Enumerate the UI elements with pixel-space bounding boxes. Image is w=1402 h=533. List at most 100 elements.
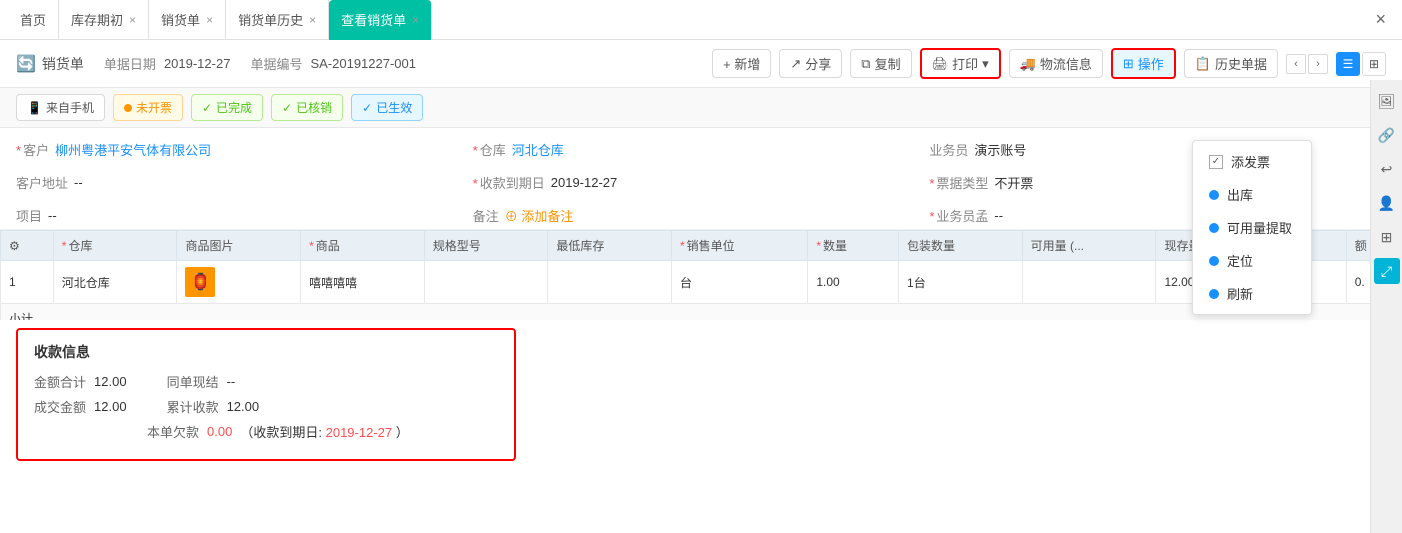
add-note-button[interactable]: ⊕ 添加备注: [505, 206, 574, 225]
row-quantity: 1.00: [808, 261, 899, 304]
prev-button[interactable]: ‹: [1286, 54, 1306, 74]
address-label: 客户地址: [16, 173, 68, 192]
outbound-item[interactable]: 出库: [1193, 178, 1311, 211]
outbound-icon: [1209, 190, 1219, 200]
locate-item[interactable]: 定位: [1193, 244, 1311, 277]
operation-dropdown: ✓ 添发票 出库 可用量提取 定位 刷新: [1192, 140, 1312, 315]
row-product-img: 🏮: [177, 261, 301, 304]
refresh-item[interactable]: 刷新: [1193, 277, 1311, 310]
ticket-type-label: 票据类型: [929, 173, 988, 192]
tab-bar: 首页 库存期初 × 销货单 × 销货单历史 × 查看销货单 × ×: [0, 0, 1402, 40]
number-value: SA-20191227-001: [310, 56, 416, 71]
refresh-icon: [1209, 289, 1219, 299]
verified-check-icon: ✓: [282, 101, 292, 115]
customer-field: 客户 柳州粤港平安气体有限公司: [16, 140, 473, 159]
sidebar-user-button[interactable]: 👤: [1374, 190, 1400, 216]
balance-label: 本单欠款: [147, 422, 199, 441]
available-qty-icon: [1209, 223, 1219, 233]
not-invoiced-button[interactable]: 未开票: [113, 94, 183, 121]
sidebar-image-button[interactable]: 🖼: [1374, 88, 1400, 114]
same-order-value: --: [227, 374, 236, 389]
due-date-info: （收款到期日: 2019-12-27 ）: [240, 422, 408, 441]
history-button[interactable]: 📋 历史单据: [1184, 49, 1278, 78]
transaction-value: 12.00: [94, 399, 127, 414]
sales-rep-label: 业务员孟: [929, 206, 988, 225]
customer-label: 客户: [16, 140, 49, 159]
transaction-label: 成交金额: [34, 397, 86, 416]
customer-value[interactable]: 柳州粤港平安气体有限公司: [55, 140, 211, 159]
copy-icon: ⧉: [861, 56, 870, 72]
salesperson-label: 业务员: [929, 140, 968, 159]
payment-info-box: 收款信息 金额合计 12.00 同单现结 -- 成交金额 12.00 累计收款: [16, 328, 516, 461]
due-date-value: 2019-12-27: [326, 425, 393, 440]
next-button[interactable]: ›: [1308, 54, 1328, 74]
date-value: 2019-12-27: [164, 56, 231, 71]
completed-button[interactable]: ✓ 已完成: [191, 94, 263, 121]
payment-date-label: 收款到期日: [473, 173, 545, 192]
right-sidebar: 🖼 🔗 ↩ 👤 ⊞ ⤢: [1370, 80, 1402, 533]
address-field: 客户地址 --: [16, 173, 473, 192]
operation-icon: ⊞: [1123, 56, 1134, 72]
close-view-sales-tab[interactable]: ×: [412, 13, 419, 27]
product-img-column-header: 商品图片: [177, 231, 301, 261]
list-view-button[interactable]: ☰: [1336, 52, 1360, 76]
salesperson-field: 业务员 演示账号: [929, 140, 1386, 159]
total-amount-item: 金额合计 12.00: [34, 372, 127, 391]
payment-row-2: 成交金额 12.00 累计收款 12.00: [34, 397, 498, 416]
payment-info-title: 收款信息: [34, 342, 498, 362]
total-amount-value: 12.00: [94, 374, 127, 389]
close-inventory-init-tab[interactable]: ×: [129, 13, 136, 27]
print-button[interactable]: 🖨 打印 ▾: [920, 48, 1001, 79]
copy-button[interactable]: ⧉ 复制: [850, 49, 911, 78]
doc-number-meta: 单据编号 SA-20191227-001: [250, 54, 416, 73]
tab-home[interactable]: 首页: [8, 0, 59, 40]
available-column-header: 可用量 (...: [1022, 231, 1156, 261]
same-order-item: 同单现结 --: [167, 372, 236, 391]
verified-button[interactable]: ✓ 已核销: [271, 94, 343, 121]
new-button[interactable]: + 新增: [712, 49, 771, 78]
from-mobile-button[interactable]: 📱 来自手机: [16, 94, 105, 121]
tab-inventory-init[interactable]: 库存期初 ×: [59, 0, 149, 40]
print-dropdown-icon: ▾: [982, 56, 989, 72]
tab-sales-history[interactable]: 销货单历史 ×: [226, 0, 329, 40]
warning-circle-icon: [124, 104, 132, 112]
share-button[interactable]: ↗ 分享: [779, 49, 842, 78]
grid-view-button[interactable]: ⊞: [1362, 52, 1386, 76]
address-value: --: [74, 175, 83, 190]
settings-column-header: ⚙: [1, 231, 54, 261]
note-label: 备注: [473, 206, 499, 225]
print-icon: 🖨: [932, 56, 949, 72]
tab-sales-order[interactable]: 销货单 ×: [149, 0, 226, 40]
warehouse-value[interactable]: 河北仓库: [512, 140, 564, 159]
logistics-button[interactable]: 🚚 物流信息: [1009, 49, 1103, 78]
row-product: 嘻嘻嘻嘻: [301, 261, 425, 304]
sidebar-grid-button[interactable]: ⊞: [1374, 224, 1400, 250]
locate-icon: [1209, 256, 1219, 266]
tab-view-sales[interactable]: 查看销货单 ×: [329, 0, 432, 40]
same-order-label: 同单现结: [167, 372, 219, 391]
invoice-icon: ✓: [1209, 155, 1223, 169]
window-close-button[interactable]: ×: [1367, 9, 1394, 30]
close-sales-order-tab[interactable]: ×: [206, 13, 213, 27]
min-stock-column-header: 最低库存: [548, 231, 672, 261]
doc-title: 🔄 销货单: [16, 54, 84, 74]
sales-rep-value: --: [994, 208, 1003, 223]
row-min-stock: [548, 261, 672, 304]
sidebar-expand-button[interactable]: ⤢: [1374, 258, 1400, 284]
sidebar-link-button[interactable]: 🔗: [1374, 122, 1400, 148]
sales-rep-field: 业务员孟 --: [929, 206, 1386, 225]
payment-date-field: 收款到期日 2019-12-27: [473, 173, 930, 192]
doc-type-icon: 🔄: [16, 54, 36, 74]
ticket-type-field: 票据类型 不开票: [929, 173, 1386, 192]
operation-button[interactable]: ⊞ 操作: [1111, 48, 1176, 79]
available-qty-item[interactable]: 可用量提取: [1193, 211, 1311, 244]
close-sales-history-tab[interactable]: ×: [309, 13, 316, 27]
product-column-header: 商品: [301, 231, 425, 261]
effective-button[interactable]: ✓ 已生效: [351, 94, 423, 121]
row-no: 1: [1, 261, 54, 304]
doc-date-meta: 单据日期 2019-12-27: [104, 54, 231, 73]
warehouse-column-header: 仓库: [53, 231, 177, 261]
add-invoice-item[interactable]: ✓ 添发票: [1193, 145, 1311, 178]
quantity-column-header: 数量: [808, 231, 899, 261]
sidebar-reply-button[interactable]: ↩: [1374, 156, 1400, 182]
